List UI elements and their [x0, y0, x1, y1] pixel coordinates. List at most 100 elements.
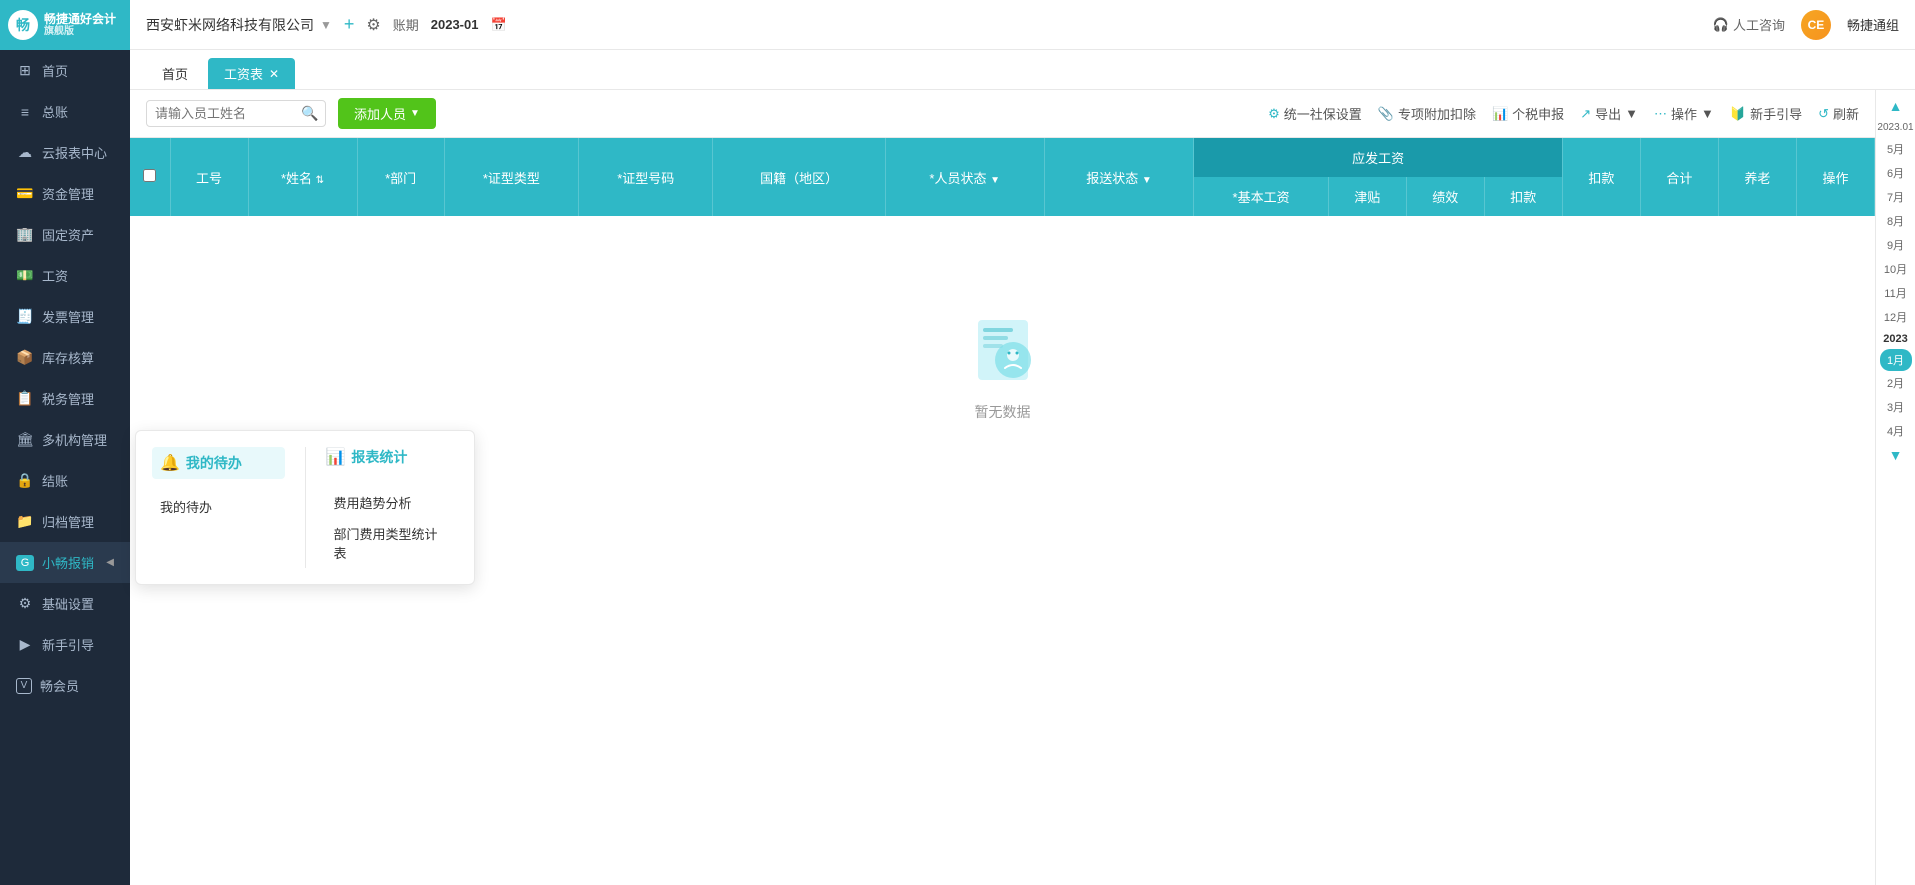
popup-item-dept-cost[interactable]: 部门费用类型统计表: [326, 518, 459, 568]
th-id: 工号: [170, 138, 248, 216]
popup-item-my-todo[interactable]: 我的待办: [152, 491, 285, 522]
th-dept: *部门: [357, 138, 444, 216]
company-name: 西安虾米网络科技有限公司: [146, 15, 314, 35]
th-deduct: 扣款: [1562, 138, 1640, 216]
new-guide-action[interactable]: 🔰 新手引导: [1730, 104, 1802, 123]
guide-icon: ▶: [16, 636, 34, 653]
calendar-icon[interactable]: 📅: [490, 17, 506, 33]
th-bonus: 津贴: [1328, 177, 1406, 216]
sidebar-item-salary[interactable]: 💵 工资: [0, 255, 130, 296]
sidebar-item-xiaochang[interactable]: G 小畅报销 ◀: [0, 542, 130, 583]
sidebar-item-cloud-report[interactable]: ☁ 云报表中心: [0, 132, 130, 173]
th-should-pay: 应发工资: [1194, 138, 1562, 177]
timeline-down-nav[interactable]: ▼: [1885, 443, 1907, 467]
th-operation: 操作: [1796, 138, 1874, 216]
add-company-button[interactable]: +: [344, 14, 355, 35]
operation-dropdown-icon: ▼: [1701, 106, 1714, 121]
sidebar-item-invoice[interactable]: 🧾 发票管理: [0, 296, 130, 337]
sidebar-item-inventory[interactable]: 📦 库存核算: [0, 337, 130, 378]
special-deduct-action[interactable]: 📎 专项附加扣除: [1378, 104, 1476, 123]
operation-icon: ⋯: [1654, 106, 1667, 122]
sidebar-item-tax[interactable]: 📋 税务管理: [0, 378, 130, 419]
refresh-icon: ↺: [1818, 106, 1829, 122]
th-deduct2: 扣款: [1484, 177, 1562, 216]
period-value: 2023-01: [431, 17, 479, 32]
operation-action[interactable]: ⋯ 操作 ▼: [1654, 104, 1714, 123]
th-pension: 养老: [1718, 138, 1796, 216]
sidebar-item-close[interactable]: 🔒 结账: [0, 460, 130, 501]
timeline-month-7[interactable]: 7月: [1876, 185, 1915, 209]
sidebar: 畅 畅捷通好会计 旗舰版 ⊞ 首页 ≡ 总账 ☁ 云报表中心 💳 资金管理 🏢 …: [0, 0, 130, 885]
filter-report-icon[interactable]: ▼: [1142, 175, 1152, 186]
logo-icon: 畅: [8, 10, 38, 40]
timeline-period-2023-01[interactable]: 2023.01: [1876, 118, 1915, 137]
salary-table: 工号 *姓名 ⇅ *部门 *证型类型: [130, 138, 1875, 216]
tab-close-icon[interactable]: ✕: [269, 67, 279, 81]
timeline-month-10[interactable]: 10月: [1876, 257, 1915, 281]
timeline-month-4[interactable]: 4月: [1876, 419, 1915, 443]
sort-name-icon[interactable]: ⇅: [316, 175, 324, 186]
company-selector[interactable]: 西安虾米网络科技有限公司 ▼: [146, 15, 332, 35]
service-button[interactable]: 🎧 人工咨询: [1713, 15, 1785, 34]
th-nationality: 国籍（地区）: [713, 138, 885, 216]
tab-bar: 首页 工资表 ✕: [130, 50, 1915, 90]
personal-tax-icon: 📊: [1492, 106, 1508, 122]
sidebar-item-fund[interactable]: 💳 资金管理: [0, 173, 130, 214]
timeline-month-3[interactable]: 3月: [1876, 395, 1915, 419]
popup-item-cost-trend[interactable]: 费用趋势分析: [326, 487, 459, 518]
sidebar-item-fixed-assets[interactable]: 🏢 固定资产: [0, 214, 130, 255]
sidebar-item-home[interactable]: ⊞ 首页: [0, 50, 130, 91]
toolbar: 🔍 添加人员 ▼ ⚙ 统一社保设置 📎 专项附加扣除: [130, 90, 1875, 138]
timeline-month-11[interactable]: 11月: [1876, 281, 1915, 305]
sidebar-item-ledger[interactable]: ≡ 总账: [0, 91, 130, 132]
sidebar-item-archive[interactable]: 📁 归档管理: [0, 501, 130, 542]
timeline-month-5[interactable]: 5月: [1876, 137, 1915, 161]
report-icon: 📊: [326, 447, 346, 467]
refresh-action[interactable]: ↺ 刷新: [1818, 104, 1859, 123]
sidebar-collapse-icon: ◀: [106, 557, 114, 568]
logo-text: 畅捷通好会计 旗舰版: [44, 12, 116, 38]
archive-icon: 📁: [16, 513, 34, 530]
settings-gear-icon[interactable]: ⚙: [366, 15, 380, 35]
sidebar-item-basic-settings[interactable]: ⚙ 基础设置: [0, 583, 130, 624]
personal-tax-action[interactable]: 📊 个税申报: [1492, 104, 1564, 123]
popup-menu: 🔔 我的待办 我的待办 📊 报表统计 费用趋势分析 部门费用类型统计表: [135, 430, 475, 585]
xiaochang-icon: G: [16, 555, 34, 571]
popup-col-todo: 🔔 我的待办 我的待办: [152, 447, 285, 568]
inventory-icon: 📦: [16, 349, 34, 366]
todo-icon: 🔔: [160, 453, 180, 473]
period-label: 账期: [393, 15, 419, 34]
tab-home[interactable]: 首页: [146, 58, 204, 89]
timeline-up-nav[interactable]: ▲: [1885, 94, 1907, 118]
timeline-month-1-active[interactable]: 1月: [1880, 349, 1912, 371]
timeline-month-2[interactable]: 2月: [1876, 371, 1915, 395]
tab-salary-table[interactable]: 工资表 ✕: [208, 58, 295, 89]
add-person-button[interactable]: 添加人员 ▼: [338, 98, 436, 129]
filter-personnel-icon[interactable]: ▼: [990, 175, 1000, 186]
sidebar-item-member[interactable]: V 畅会员: [0, 665, 130, 706]
settings-icon: ⚙: [16, 595, 34, 612]
social-security-action[interactable]: ⚙ 统一社保设置: [1268, 104, 1362, 123]
username[interactable]: 畅捷通组: [1847, 15, 1899, 34]
timeline-month-8[interactable]: 8月: [1876, 209, 1915, 233]
timeline-year-2023: 2023: [1881, 329, 1909, 349]
empty-illustration: [963, 310, 1043, 390]
th-name: *姓名 ⇅: [248, 138, 357, 216]
multi-org-icon: 🏛: [16, 431, 34, 448]
toolbar-actions: ⚙ 统一社保设置 📎 专项附加扣除 📊 个税申报 ↗ 导出 ▼: [1268, 104, 1859, 123]
timeline-month-6[interactable]: 6月: [1876, 161, 1915, 185]
popup-divider: [305, 447, 306, 568]
timeline-month-12[interactable]: 12月: [1876, 305, 1915, 329]
tax-icon: 📋: [16, 390, 34, 407]
search-input[interactable]: [155, 106, 295, 121]
sidebar-item-multi-org[interactable]: 🏛 多机构管理: [0, 419, 130, 460]
export-action[interactable]: ↗ 导出 ▼: [1580, 104, 1638, 123]
th-id-no: *证型号码: [579, 138, 713, 216]
popup-report-header: 📊 报表统计: [326, 447, 459, 475]
timeline-month-9[interactable]: 9月: [1876, 233, 1915, 257]
sidebar-item-new-guide[interactable]: ▶ 新手引导: [0, 624, 130, 665]
select-all-checkbox[interactable]: [143, 169, 156, 182]
fund-icon: 💳: [16, 185, 34, 202]
cloud-icon: ☁: [16, 144, 34, 161]
top-header: 西安虾米网络科技有限公司 ▼ + ⚙ 账期 2023-01 📅 🎧 人工咨询 C…: [130, 0, 1915, 50]
